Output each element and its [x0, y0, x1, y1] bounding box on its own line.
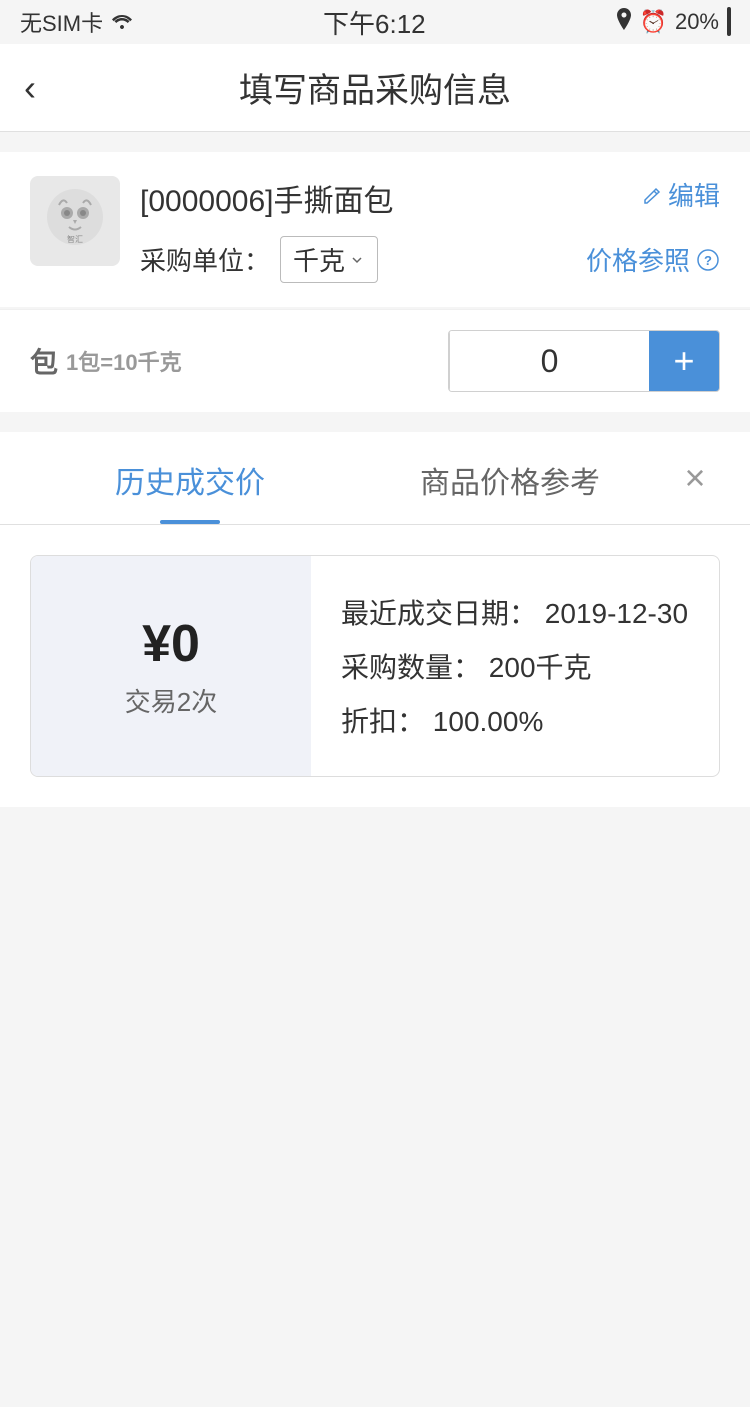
product-info: [0000006]手撕面包 编辑 采购单位： 千克 价格 — [140, 176, 720, 283]
bottom-area — [0, 807, 750, 1407]
battery-percentage: 20% — [675, 9, 719, 35]
price-transactions: 交易2次 — [125, 682, 217, 719]
price-tabs: 历史成交价 商品价格参考 × — [0, 432, 750, 525]
quantity-label: 包 1包=10千克 — [30, 341, 182, 381]
unit-select[interactable]: 千克 — [280, 236, 378, 283]
purchase-qty-row: 采购数量： 200千克 — [341, 646, 689, 686]
price-card-wrapper: ¥0 交易2次 最近成交日期： 2019-12-30 采购数量： 200千克 折… — [0, 525, 750, 807]
wifi-icon — [111, 9, 133, 35]
unit-label: 采购单位： 千克 — [140, 236, 378, 283]
price-details-right: 最近成交日期： 2019-12-30 采购数量： 200千克 折扣： 100.0… — [311, 556, 719, 776]
quantity-unit-display: 包 1包=10千克 — [30, 341, 182, 381]
back-button[interactable]: ‹ — [24, 67, 36, 109]
discount-row: 折扣： 100.00% — [341, 700, 689, 740]
quantity-input[interactable]: 0 — [449, 331, 649, 391]
price-panel: 历史成交价 商品价格参考 × ¥0 交易2次 最近成交日期： 2019-12-3… — [0, 432, 750, 807]
price-reference-btn[interactable]: 价格参照 ? — [586, 241, 720, 278]
tab-history-price[interactable]: 历史成交价 — [30, 432, 350, 524]
price-summary-left: ¥0 交易2次 — [31, 556, 311, 776]
close-panel-button[interactable]: × — [670, 453, 720, 503]
recent-date-row: 最近成交日期： 2019-12-30 — [341, 592, 689, 632]
status-right: ⏰ 20% — [616, 8, 730, 36]
product-unit-row: 采购单位： 千克 价格参照 ? — [140, 236, 720, 283]
product-thumbnail: 智汇 — [30, 176, 120, 266]
discount-value: 100.00% — [433, 706, 544, 737]
product-name: [0000006]手撕面包 — [140, 176, 393, 220]
nav-bar: ‹ 填写商品采购信息 — [0, 44, 750, 132]
price-amount: ¥0 — [142, 614, 200, 674]
edit-button[interactable]: 编辑 — [642, 176, 720, 213]
carrier-label: 无SIM卡 — [20, 6, 103, 38]
svg-text:?: ? — [704, 253, 712, 268]
location-icon — [616, 8, 632, 36]
battery-icon — [727, 9, 730, 35]
price-card: ¥0 交易2次 最近成交日期： 2019-12-30 采购数量： 200千克 折… — [30, 555, 720, 777]
quantity-plus-button[interactable]: + — [649, 331, 719, 391]
quantity-sub-label: 1包=10千克 — [66, 345, 182, 377]
status-time: 下午6:12 — [323, 4, 426, 41]
quantity-row: 包 1包=10千克 0 + — [0, 309, 750, 412]
edit-label: 编辑 — [668, 176, 720, 213]
tab-product-price[interactable]: 商品价格参考 — [350, 432, 670, 524]
status-bar: 无SIM卡 下午6:12 ⏰ 20% — [0, 0, 750, 44]
page-title: 填写商品采购信息 — [239, 63, 511, 112]
svg-text:智汇: 智汇 — [67, 234, 83, 244]
alarm-icon: ⏰ — [640, 9, 667, 35]
quantity-control: 0 + — [448, 330, 720, 392]
recent-date-value: 2019-12-30 — [545, 598, 688, 629]
product-header: [0000006]手撕面包 编辑 — [140, 176, 720, 220]
product-card: 智汇 [0000006]手撕面包 编辑 采购单位： 千克 — [0, 152, 750, 307]
status-left: 无SIM卡 — [20, 6, 133, 38]
product-thumb-icon: 智汇 — [45, 187, 105, 255]
purchase-qty-value: 200千克 — [489, 652, 592, 683]
